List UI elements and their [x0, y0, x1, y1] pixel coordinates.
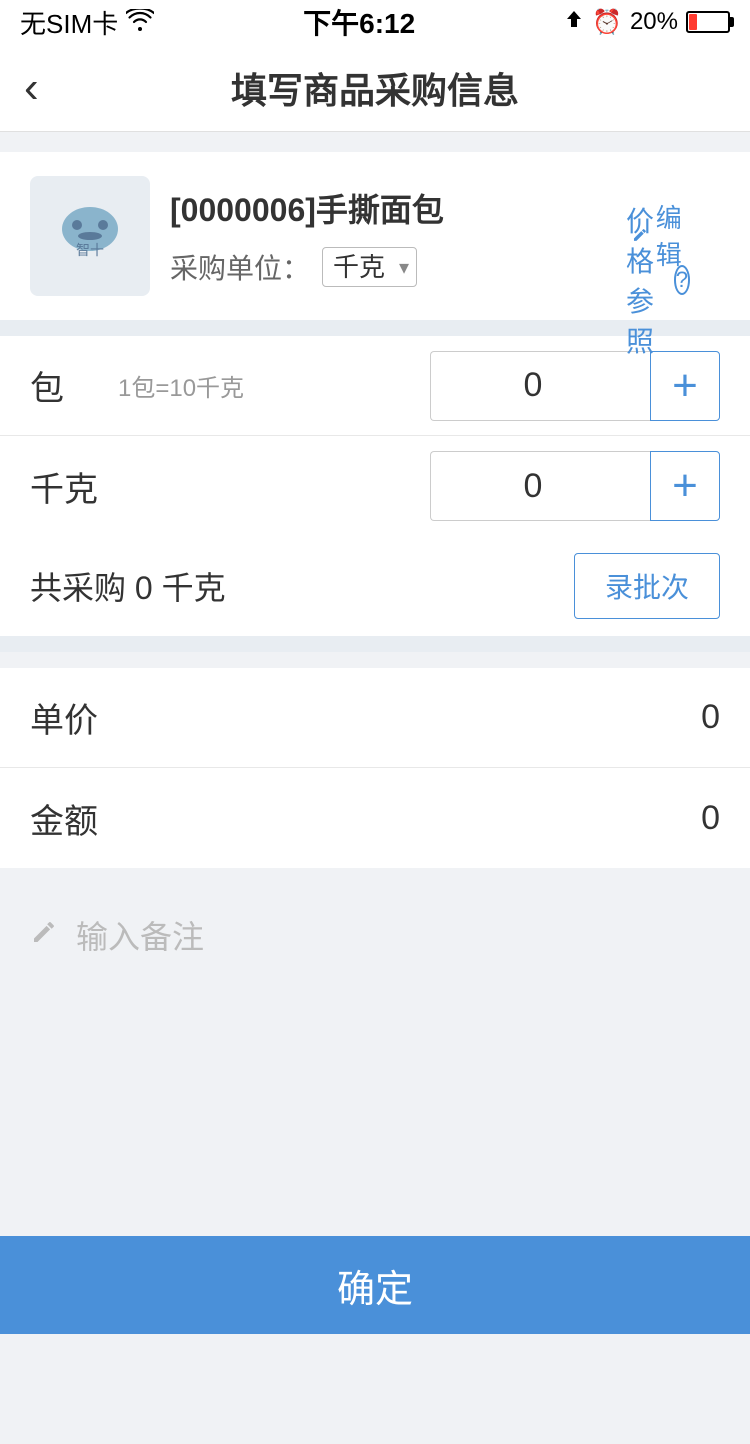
- unit-select-wrap[interactable]: 千克 包: [322, 247, 417, 287]
- kg-input[interactable]: [430, 451, 650, 521]
- product-card: 智十 [0000006]手撕面包 采购单位： 千克 包 价格参照 ?: [0, 152, 750, 320]
- edit-button[interactable]: 编辑: [632, 198, 690, 272]
- kg-input-row: 千克 +: [0, 436, 750, 536]
- total-prefix: 共采购: [30, 570, 126, 606]
- bao-label: 包: [30, 361, 110, 410]
- amount-label: 金额: [30, 794, 98, 843]
- location-icon: [564, 8, 584, 36]
- bao-input-wrap: +: [430, 351, 720, 421]
- bao-input[interactable]: [430, 351, 650, 421]
- svg-text:智十: 智十: [76, 242, 104, 258]
- purchase-unit-label: 采购单位：: [170, 247, 310, 287]
- total-row: 共采购 0 千克 录批次: [0, 536, 750, 636]
- section-separator-2: [0, 636, 750, 652]
- page-title: 填写商品采购信息: [231, 62, 519, 114]
- status-bar: 无SIM卡 下午6:12 ⏰ 20%: [0, 0, 750, 44]
- status-left: 无SIM卡: [20, 4, 154, 41]
- total-amount: 0: [135, 570, 153, 606]
- total-suffix: 千克: [162, 570, 226, 606]
- input-section: 包 1包=10千克 + 千克 +: [0, 336, 750, 536]
- price-section: 单价 0 金额 0: [0, 668, 750, 868]
- status-time: 下午6:12: [303, 2, 415, 42]
- confirm-button[interactable]: 确定: [0, 1236, 750, 1334]
- kg-label: 千克: [30, 462, 110, 511]
- total-text: 共采购 0 千克: [30, 563, 226, 609]
- pencil-icon: [30, 916, 60, 955]
- battery-icon: [686, 11, 730, 33]
- unit-price-label: 单价: [30, 693, 98, 742]
- unit-price-row: 单价 0: [0, 668, 750, 768]
- carrier-text: 无SIM卡: [20, 4, 118, 41]
- product-logo: 智十: [55, 201, 125, 271]
- alarm-icon: ⏰: [592, 8, 622, 37]
- batch-button[interactable]: 录批次: [574, 553, 720, 619]
- amount-value: 0: [701, 799, 720, 838]
- kg-input-wrap: +: [430, 451, 720, 521]
- nav-bar: ‹ 填写商品采购信息: [0, 44, 750, 132]
- kg-plus-button[interactable]: +: [650, 451, 720, 521]
- back-button[interactable]: ‹: [24, 66, 39, 110]
- remark-section[interactable]: 输入备注: [0, 884, 750, 986]
- amount-row: 金额 0: [0, 768, 750, 868]
- unit-select[interactable]: 千克 包: [322, 247, 417, 287]
- remark-placeholder: 输入备注: [76, 912, 204, 958]
- wifi-icon: [126, 7, 154, 38]
- bao-sublabel: 1包=10千克: [118, 368, 244, 403]
- bao-plus-button[interactable]: +: [650, 351, 720, 421]
- product-thumbnail: 智十: [30, 176, 150, 296]
- status-right: ⏰ 20%: [564, 8, 730, 37]
- unit-price-value: 0: [701, 698, 720, 737]
- battery-text: 20%: [630, 8, 678, 36]
- edit-label: 编辑: [656, 198, 690, 272]
